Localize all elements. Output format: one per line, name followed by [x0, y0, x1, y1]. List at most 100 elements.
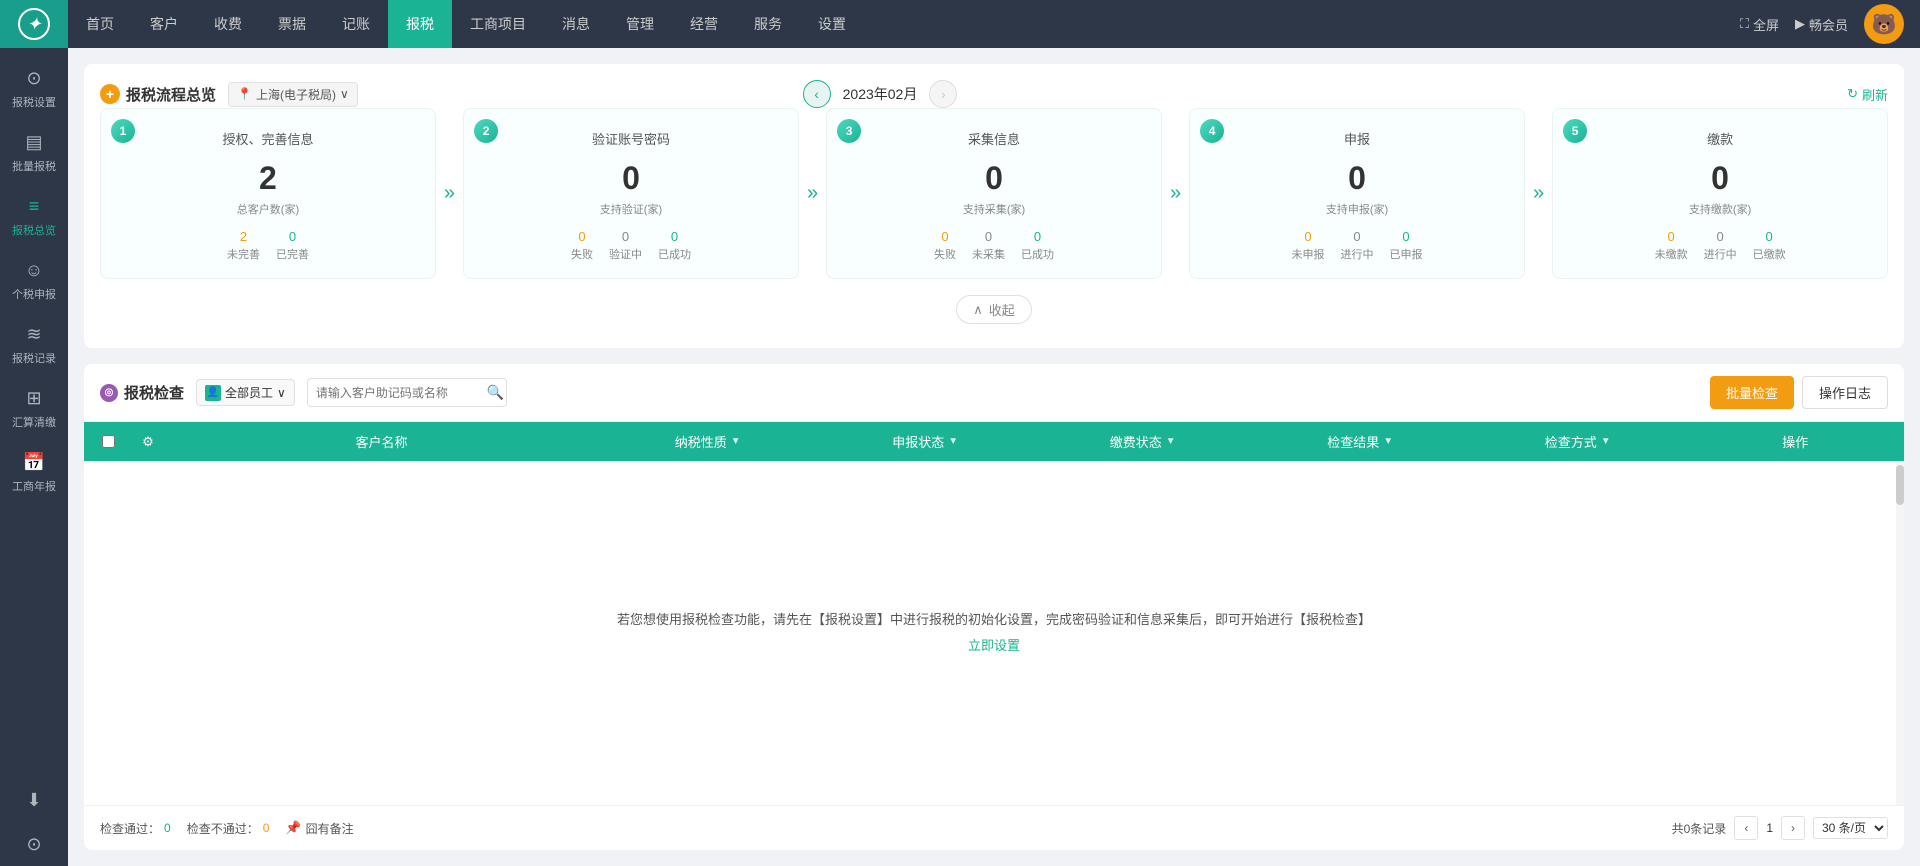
step-stat-paid[interactable]: 0 已缴款: [1753, 229, 1786, 262]
logo[interactable]: ✦: [0, 0, 68, 48]
overview-header: + 报税流程总览 📍 上海(电子税局) ∨ ‹ 2023年02月 › ↻ 刷新: [100, 80, 1888, 108]
pass-count-link[interactable]: 0: [164, 821, 171, 835]
th-pay-status: 缴费状态 ▼: [1034, 432, 1252, 451]
prev-month-btn[interactable]: ‹: [803, 80, 831, 108]
step-stats-3: 0 失败 0 未采集 0 已成功: [934, 229, 1054, 262]
nav-invoice[interactable]: 票据: [260, 0, 324, 48]
nav-management[interactable]: 管理: [608, 0, 672, 48]
date-navigation: ‹ 2023年02月 ›: [803, 80, 958, 108]
step-stat-verifying[interactable]: 0 验证中: [609, 229, 642, 262]
nav-operation[interactable]: 经营: [672, 0, 736, 48]
nav-business[interactable]: 工商项目: [452, 0, 544, 48]
step-stat-declaring[interactable]: 0 进行中: [1341, 229, 1374, 262]
main-layout: ⊙ 报税设置 ▤ 批量报税 ≡ 报税总览 ☺ 个税申报 ≋ 报税记录 ⊞ 汇算清…: [0, 48, 1920, 866]
sidebar-bottom-settings[interactable]: ⊙: [0, 822, 68, 866]
next-month-btn[interactable]: ›: [929, 80, 957, 108]
sidebar-item-tax-overview[interactable]: ≡ 报税总览: [0, 184, 68, 248]
location-selector[interactable]: 📍 上海(电子税局) ∨: [228, 82, 358, 107]
employee-filter[interactable]: 👤 全部员工 ∨: [196, 379, 295, 406]
stat-label-not-paid: 未缴款: [1655, 246, 1688, 262]
check-actions: 批量检查 操作日志: [1710, 376, 1888, 409]
stat-label-not-collected: 未采集: [972, 246, 1005, 262]
step-number-4: 4: [1200, 119, 1224, 143]
sidebar-item-tax-settings[interactable]: ⊙ 报税设置: [0, 56, 68, 120]
collapse-btn[interactable]: ∧ 收起: [956, 295, 1032, 324]
select-all-checkbox[interactable]: [102, 435, 115, 448]
download-icon: ⬇: [22, 788, 46, 812]
scrollbar-thumb[interactable]: [1896, 465, 1904, 505]
filter-icon-4[interactable]: ▼: [1383, 436, 1393, 447]
per-page-select[interactable]: 30 条/页: [1813, 817, 1888, 839]
nav-fee[interactable]: 收费: [196, 0, 260, 48]
stat-val-complete: 0: [289, 229, 296, 244]
filter-icon-5[interactable]: ▼: [1601, 436, 1611, 447]
step-number-3: 3: [837, 119, 861, 143]
th-checkbox[interactable]: [84, 435, 132, 448]
step-subtitle-1: 总客户数(家): [237, 201, 299, 217]
sidebar-item-tax-records[interactable]: ≋ 报税记录: [0, 312, 68, 376]
step-stat-fail[interactable]: 0 失败: [571, 229, 593, 262]
nav-tax[interactable]: 报税: [388, 0, 452, 48]
vip-btn[interactable]: ▶ 畅会员: [1795, 15, 1848, 34]
nav-customer[interactable]: 客户: [132, 0, 196, 48]
th-tax-nature: 纳税性质 ▼: [599, 432, 817, 451]
logo-icon: ✦: [18, 8, 50, 40]
filter-icon-1[interactable]: ▼: [731, 436, 741, 447]
tax-records-icon: ≋: [22, 322, 46, 346]
step-stat-collected[interactable]: 0 已成功: [1021, 229, 1054, 262]
nav-service[interactable]: 服务: [736, 0, 800, 48]
refresh-icon: ↻: [1847, 86, 1858, 102]
overview-title-icon: +: [100, 84, 120, 104]
empty-message: 若您想使用报税检查功能，请先在【报税设置】中进行报税的初始化设置，完成密码验证和…: [617, 607, 1371, 659]
sidebar-item-reconciliation[interactable]: ⊞ 汇算清缴: [0, 376, 68, 440]
sidebar-item-individual-tax[interactable]: ☺ 个税申报: [0, 248, 68, 312]
stat-label-not-declared: 未申报: [1292, 246, 1325, 262]
fail-count-link[interactable]: 0: [263, 821, 270, 835]
stat-val-declaring: 0: [1353, 229, 1360, 244]
tax-overview-icon: ≡: [22, 194, 46, 218]
search-box: 🔍: [307, 378, 507, 407]
nav-message[interactable]: 消息: [544, 0, 608, 48]
table-scrollbar[interactable]: [1896, 461, 1904, 805]
prev-page-btn[interactable]: ‹: [1734, 816, 1758, 840]
step-stat-verified[interactable]: 0 已成功: [658, 229, 691, 262]
overview-card: + 报税流程总览 📍 上海(电子税局) ∨ ‹ 2023年02月 › ↻ 刷新: [84, 64, 1904, 348]
nav-home[interactable]: 首页: [68, 0, 132, 48]
step-stat-not-collected[interactable]: 0 未采集: [972, 229, 1005, 262]
stat-val-verified: 0: [671, 229, 678, 244]
operation-log-button[interactable]: 操作日志: [1802, 376, 1888, 409]
th-gear[interactable]: ⚙: [132, 434, 164, 450]
nav-settings[interactable]: 设置: [800, 0, 864, 48]
stat-label-declaring: 进行中: [1341, 246, 1374, 262]
fullscreen-btn[interactable]: ⛶ 全屏: [1740, 15, 1779, 34]
step-stat-declared[interactable]: 0 已申报: [1390, 229, 1423, 262]
stat-label-paying: 进行中: [1704, 246, 1737, 262]
step-stat-collect-fail[interactable]: 0 失败: [934, 229, 956, 262]
step-declare: 4 申报 0 支持申报(家) 0 未申报 0 进行中: [1189, 108, 1525, 279]
batch-check-button[interactable]: 批量检查: [1710, 376, 1794, 409]
settings-icon: ⊙: [22, 832, 46, 856]
setup-link[interactable]: 立即设置: [968, 638, 1020, 653]
next-page-btn[interactable]: ›: [1781, 816, 1805, 840]
sidebar-item-annual-report[interactable]: 📅 工商年报: [0, 440, 68, 504]
filter-icon-3[interactable]: ▼: [1166, 436, 1176, 447]
search-input[interactable]: [308, 381, 479, 405]
nav-accounting[interactable]: 记账: [324, 0, 388, 48]
filter-icon-2[interactable]: ▼: [948, 436, 958, 447]
sidebar-bottom-download[interactable]: ⬇: [0, 778, 68, 822]
annual-report-icon: 📅: [22, 450, 46, 474]
step-stat-not-paid[interactable]: 0 未缴款: [1655, 229, 1688, 262]
individual-tax-icon: ☺: [22, 258, 46, 282]
arrow-3: »: [1162, 108, 1189, 279]
sidebar-item-batch-tax[interactable]: ▤ 批量报税: [0, 120, 68, 184]
search-button[interactable]: 🔍: [479, 379, 507, 406]
refresh-btn[interactable]: ↻ 刷新: [1847, 85, 1888, 104]
check-title: ◎ 报税检查: [100, 382, 184, 403]
step-stat-incomplete[interactable]: 2 未完善: [227, 229, 260, 262]
step-stat-paying[interactable]: 0 进行中: [1704, 229, 1737, 262]
footer-pass: 检查通过： 0: [100, 820, 171, 837]
mascot-icon[interactable]: 🐻: [1864, 4, 1904, 44]
step-stat-complete[interactable]: 0 已完善: [276, 229, 309, 262]
step-stat-not-declared[interactable]: 0 未申报: [1292, 229, 1325, 262]
arrow-2: »: [799, 108, 826, 279]
